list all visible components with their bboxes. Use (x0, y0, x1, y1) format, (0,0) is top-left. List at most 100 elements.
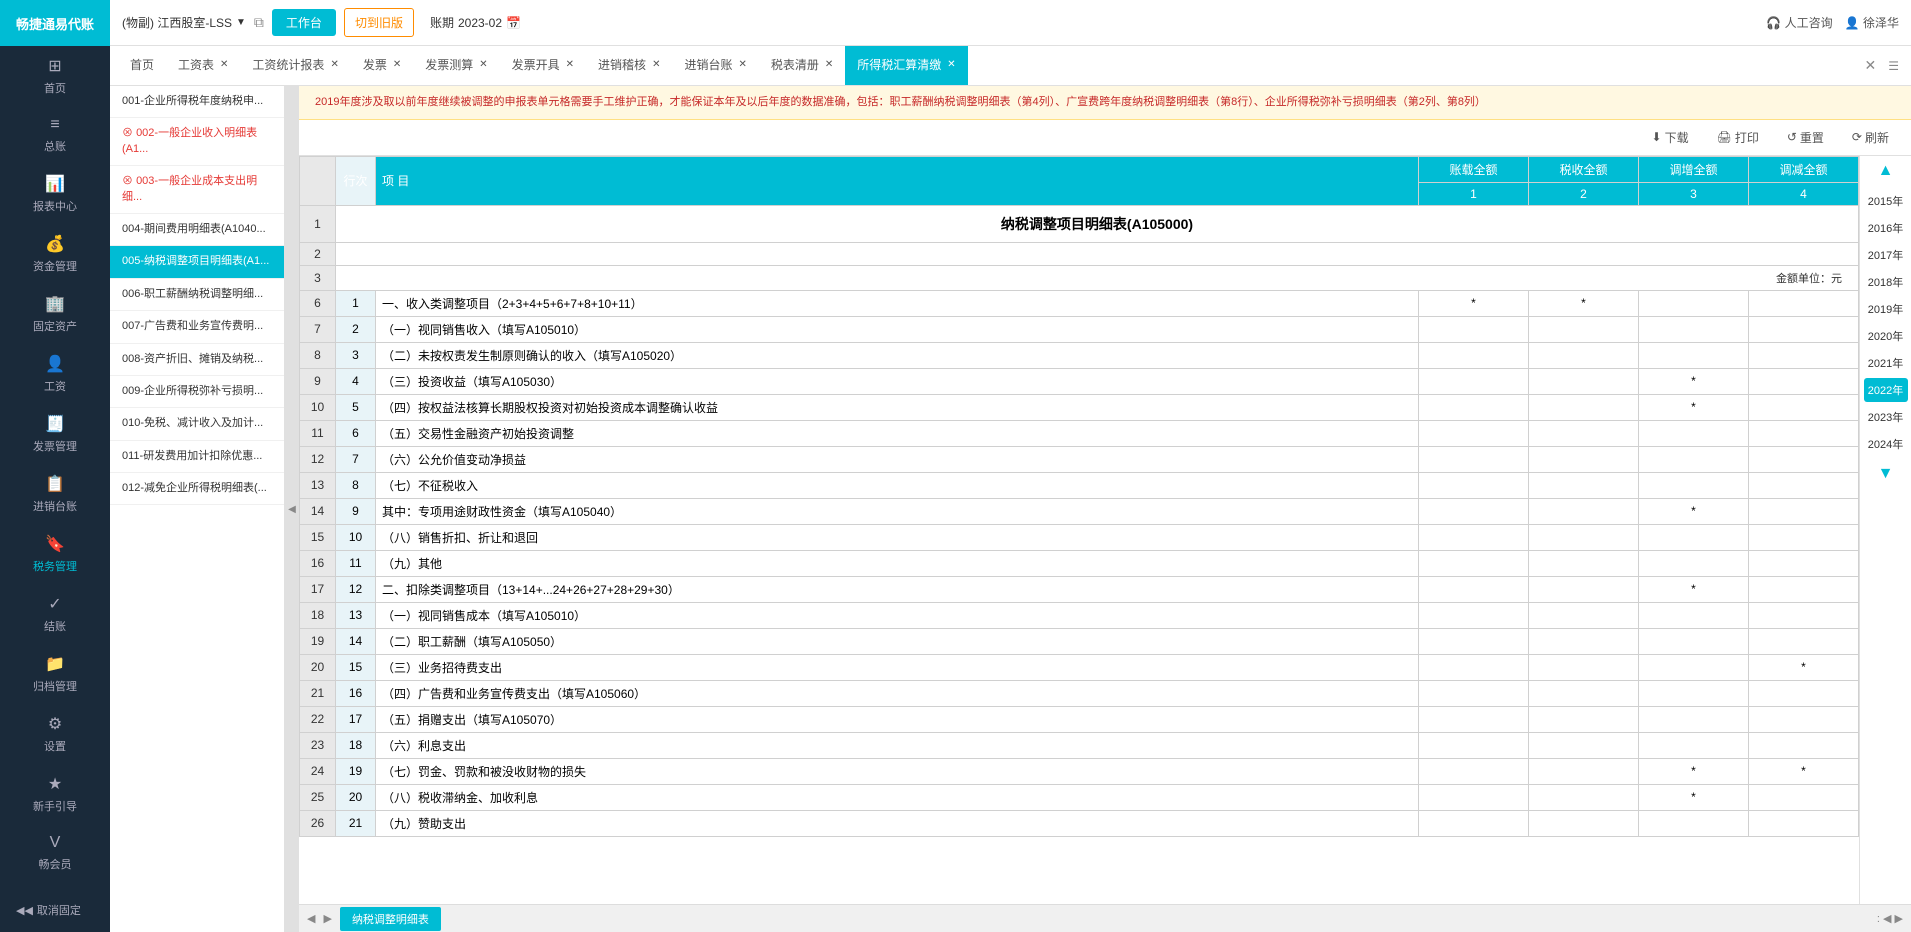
tab-invoice-calc-close[interactable]: ✕ (479, 59, 487, 70)
left-panel-item-007[interactable]: 007-广告费和业务宣传费明... (110, 311, 284, 343)
book-cell[interactable] (1419, 524, 1529, 550)
decrease-cell[interactable] (1749, 290, 1859, 316)
left-panel-item-004[interactable]: 004-期间费用明细表(A1040... (110, 214, 284, 246)
tab-invoice-open-close[interactable]: ✕ (566, 59, 574, 70)
book-cell[interactable] (1419, 420, 1529, 446)
item-cell[interactable]: （六）公允价值变动净损益 (376, 446, 1419, 472)
increase-cell[interactable] (1639, 550, 1749, 576)
tax-cell[interactable] (1529, 420, 1639, 446)
sidebar-item-payroll[interactable]: 👤 工资 (0, 344, 110, 404)
year-item[interactable]: 2020年 (1864, 324, 1908, 348)
decrease-cell[interactable] (1749, 602, 1859, 628)
tab-menu-btn[interactable]: ☰ (1884, 51, 1903, 81)
tax-cell[interactable] (1529, 498, 1639, 524)
tab-home[interactable]: 首页 (118, 46, 166, 85)
book-cell[interactable] (1419, 342, 1529, 368)
decrease-cell[interactable]: * (1749, 654, 1859, 680)
decrease-cell[interactable] (1749, 550, 1859, 576)
tax-cell[interactable] (1529, 316, 1639, 342)
tax-cell[interactable] (1529, 732, 1639, 758)
copy-icon[interactable]: ⧉ (254, 14, 264, 31)
item-cell[interactable]: （一）视同销售收入（填写A105010） (376, 316, 1419, 342)
tax-cell[interactable] (1529, 602, 1639, 628)
reset-btn[interactable]: ↺ 重置 (1781, 126, 1830, 149)
left-panel-item-006[interactable]: 006-职工薪酬纳税调整明细... (110, 279, 284, 311)
book-cell[interactable] (1419, 394, 1529, 420)
tab-invoice[interactable]: 发票 ✕ (351, 46, 413, 85)
tab-close-all-btn[interactable]: ✕ (1857, 49, 1885, 82)
decrease-cell[interactable] (1749, 472, 1859, 498)
sheet-right-arrow[interactable]: ▶ (323, 912, 331, 925)
user-avatar[interactable]: 👤 徐泽华 (1845, 14, 1899, 31)
increase-cell[interactable] (1639, 524, 1749, 550)
tax-cell[interactable] (1529, 394, 1639, 420)
decrease-cell[interactable] (1749, 498, 1859, 524)
decrease-cell[interactable] (1749, 524, 1859, 550)
increase-cell[interactable] (1639, 290, 1749, 316)
tax-cell[interactable] (1529, 810, 1639, 836)
item-cell[interactable]: 一、收入类调整项目（2+3+4+5+6+7+8+10+11） (376, 290, 1419, 316)
print-btn[interactable]: 🖨 打印 (1711, 126, 1765, 149)
left-panel-item-005[interactable]: 005-纳税调整项目明细表(A1... (110, 246, 284, 278)
tab-tax-clear[interactable]: 税表清册 ✕ (759, 46, 845, 85)
sheet-left-arrow[interactable]: ◀ (307, 912, 315, 925)
book-cell[interactable] (1419, 758, 1529, 784)
tax-cell[interactable] (1529, 342, 1639, 368)
book-cell[interactable] (1419, 706, 1529, 732)
item-cell[interactable]: 其中：专项用途财政性资金（填写A105040） (376, 498, 1419, 524)
book-cell[interactable] (1419, 680, 1529, 706)
sidebar-item-home[interactable]: ⊞ 首页 (0, 46, 110, 106)
increase-cell[interactable] (1639, 342, 1749, 368)
sidebar-item-closing[interactable]: ✓ 结账 (0, 584, 110, 644)
company-selector[interactable]: (物副) 江西股室-LSS ▼ (122, 14, 246, 31)
item-cell[interactable]: （一）视同销售成本（填写A105010） (376, 602, 1419, 628)
item-cell[interactable]: （八）销售折扣、折让和退回 (376, 524, 1419, 550)
tax-cell[interactable] (1529, 654, 1639, 680)
tab-income-tax-close[interactable]: ✕ (947, 59, 955, 70)
tax-cell[interactable] (1529, 758, 1639, 784)
tab-payroll-close[interactable]: ✕ (220, 59, 228, 70)
item-cell[interactable]: （二）未按权责发生制原则确认的收入（填写A105020） (376, 342, 1419, 368)
item-cell[interactable]: （四）广告费和业务宣传费支出（填写A105060） (376, 680, 1419, 706)
item-cell[interactable]: 二、扣除类调整项目（13+14+...24+26+27+28+29+30） (376, 576, 1419, 602)
tax-cell[interactable] (1529, 550, 1639, 576)
year-item[interactable]: 2022年 (1864, 378, 1908, 402)
item-cell[interactable]: （七）罚金、罚款和被没收财物的损失 (376, 758, 1419, 784)
tab-invoice-close[interactable]: ✕ (393, 59, 401, 70)
increase-cell[interactable] (1639, 706, 1749, 732)
increase-cell[interactable]: * (1639, 758, 1749, 784)
left-panel-item-003[interactable]: ⊗ 003-一般企业成本支出明细... (110, 166, 284, 214)
year-item[interactable]: 2021年 (1864, 351, 1908, 375)
increase-cell[interactable] (1639, 732, 1749, 758)
calendar-icon[interactable]: 📅 (506, 16, 521, 30)
decrease-cell[interactable] (1749, 784, 1859, 810)
tab-payroll-report[interactable]: 工资统计报表 ✕ (240, 46, 350, 85)
sidebar-bottom[interactable]: ◀◀ 取消固定 (0, 888, 110, 932)
book-cell[interactable] (1419, 732, 1529, 758)
book-cell[interactable] (1419, 498, 1529, 524)
decrease-cell[interactable] (1749, 732, 1859, 758)
year-item[interactable]: 2024年 (1864, 432, 1908, 456)
item-cell[interactable]: （九）赞助支出 (376, 810, 1419, 836)
increase-cell[interactable] (1639, 810, 1749, 836)
year-item[interactable]: 2018年 (1864, 270, 1908, 294)
refresh-btn[interactable]: ⟳ 刷新 (1846, 126, 1895, 149)
book-cell[interactable] (1419, 810, 1529, 836)
bottom-sheet-tab[interactable]: 纳税调整明细表 (340, 907, 441, 931)
tax-cell[interactable] (1529, 524, 1639, 550)
item-cell[interactable]: （五）交易性金融资产初始投资调整 (376, 420, 1419, 446)
left-panel-item-012[interactable]: 012-减免企业所得税明细表(... (110, 473, 284, 505)
help-btn[interactable]: 🎧 人工咨询 (1766, 14, 1832, 31)
sidebar-item-asset-mgmt[interactable]: 💰 资金管理 (0, 224, 110, 284)
sidebar-item-general-ledger[interactable]: ≡ 总账 (0, 106, 110, 164)
decrease-cell[interactable] (1749, 316, 1859, 342)
decrease-cell[interactable] (1749, 368, 1859, 394)
tax-cell[interactable] (1529, 446, 1639, 472)
decrease-cell[interactable] (1749, 680, 1859, 706)
year-item[interactable]: 2016年 (1864, 216, 1908, 240)
item-cell[interactable]: （六）利息支出 (376, 732, 1419, 758)
book-cell[interactable] (1419, 368, 1529, 394)
tab-invoice-ledger-close[interactable]: ✕ (738, 59, 746, 70)
book-cell[interactable] (1419, 316, 1529, 342)
increase-cell[interactable]: * (1639, 784, 1749, 810)
